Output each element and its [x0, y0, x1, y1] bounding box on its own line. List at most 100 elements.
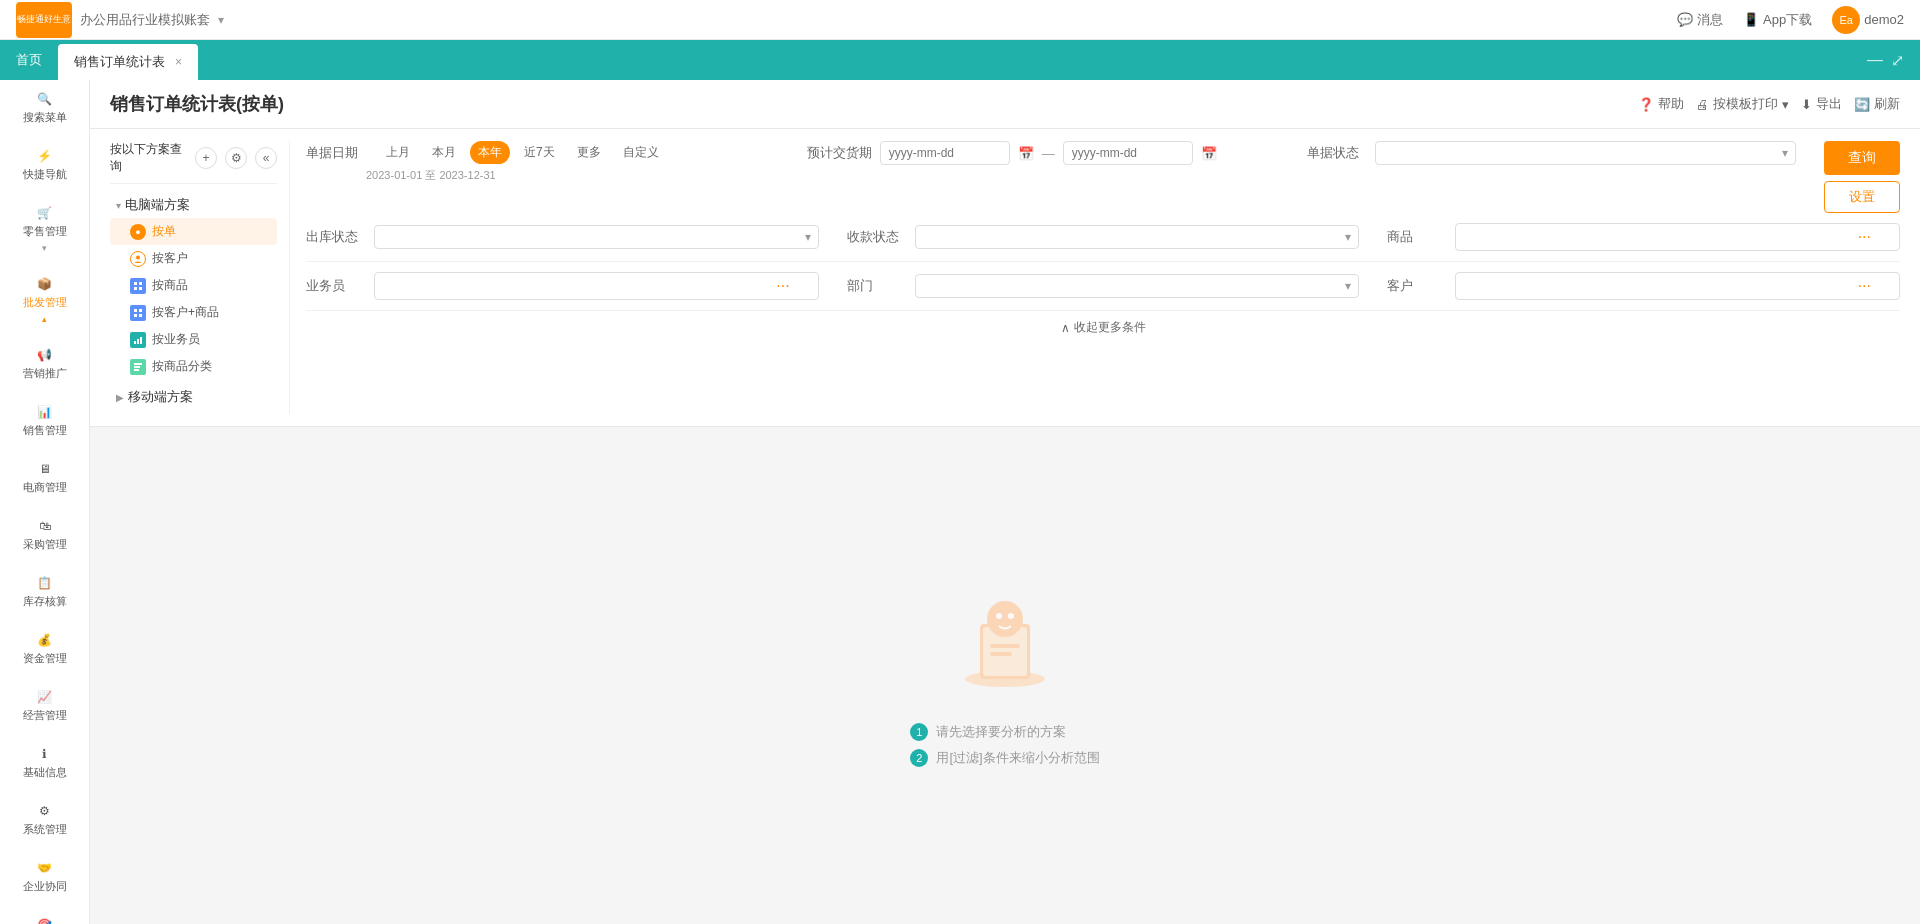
user-avatar[interactable]: Ea demo2 [1832, 6, 1904, 34]
customer-label: 客户 [1387, 277, 1447, 295]
nav-item-by-goods-category[interactable]: 按商品分类 [110, 353, 277, 380]
svg-rect-9 [134, 341, 136, 344]
tab-close-icon[interactable]: × [175, 55, 182, 69]
svg-rect-2 [139, 282, 142, 285]
sidebar-item-purchase[interactable]: 🛍 采购管理 [0, 507, 89, 564]
quick-nav-icon: ⚡ [37, 149, 52, 163]
desktop-section-header[interactable]: ▾ 电脑端方案 [110, 192, 277, 218]
refresh-button[interactable]: 🔄 刷新 [1854, 95, 1900, 113]
customer-dots-icon: ··· [1858, 277, 1871, 295]
status-select[interactable] [1375, 141, 1796, 165]
mobile-section-header[interactable]: ▶ 移动端方案 [110, 384, 277, 410]
sidebar-item-quicknav[interactable]: ⚡ 快捷导航 [0, 137, 89, 194]
date-btn-last-month[interactable]: 上月 [378, 141, 418, 164]
svg-rect-4 [139, 287, 142, 290]
date-btn-more[interactable]: 更多 [569, 141, 609, 164]
nav-item-by-customer[interactable]: 按客户 [110, 245, 277, 272]
print-button[interactable]: 🖨 按模板打印 ▾ [1696, 95, 1789, 113]
goods-input[interactable]: ··· [1455, 223, 1900, 251]
guide-icon: 🎯 [37, 918, 52, 924]
department-label: 部门 [847, 277, 907, 295]
department-select[interactable] [915, 274, 1360, 298]
message-button[interactable]: 💬 消息 [1677, 11, 1723, 29]
svg-point-20 [1008, 613, 1014, 619]
date-btn-last-7days[interactable]: 近7天 [516, 141, 563, 164]
goods-label: 商品 [1387, 228, 1447, 246]
empty-illustration [945, 584, 1065, 707]
date-btn-this-month[interactable]: 本月 [424, 141, 464, 164]
enterprise-icon: 🤝 [37, 861, 52, 875]
nav-collapse-button[interactable]: « [255, 147, 277, 169]
salesperson-input[interactable]: ··· [374, 272, 819, 300]
payment-label: 收款状态 [847, 228, 907, 246]
nav-settings-button[interactable]: ⚙ [225, 147, 247, 169]
date-btn-custom[interactable]: 自定义 [615, 141, 667, 164]
sales-icon: 📊 [37, 405, 52, 419]
nav-add-button[interactable]: + [195, 147, 217, 169]
sidebar-item-inventory[interactable]: 📋 库存核算 [0, 564, 89, 621]
finance-icon: 💰 [37, 633, 52, 647]
svg-rect-13 [134, 366, 140, 368]
sidebar-item-guide[interactable]: 🎯 新手引导 [0, 906, 89, 924]
export-button[interactable]: ⬇ 导出 [1801, 95, 1842, 113]
topbar-title: 办公用品行业模拟账套 [80, 11, 210, 29]
svg-rect-3 [134, 287, 137, 290]
nav-item-by-order[interactable]: ● 按单 [110, 218, 277, 245]
svg-point-19 [996, 613, 1002, 619]
refresh-icon: 🔄 [1854, 97, 1870, 112]
tab-minimize-button[interactable]: — [1867, 51, 1883, 69]
ecommerce-icon: 🖥 [39, 462, 51, 476]
tab-active[interactable]: 销售订单统计表 × [58, 44, 198, 80]
collapse-button[interactable]: ∧ 收起更多条件 [1061, 319, 1146, 336]
date-btn-this-year[interactable]: 本年 [470, 141, 510, 164]
query-button[interactable]: 查询 [1824, 141, 1900, 175]
section-arrow-icon: ▾ [116, 200, 121, 211]
sidebar-item-search[interactable]: 🔍 搜索菜单 [0, 80, 89, 137]
topbar-dropdown-arrow[interactable]: ▾ [218, 13, 224, 27]
expected-date-start-input[interactable] [880, 141, 1010, 165]
sidebar-item-retail[interactable]: 🛒 零售管理 ▾ [0, 194, 89, 265]
date-label: 单据日期 [306, 144, 366, 162]
svg-rect-22 [990, 652, 1012, 656]
sidebar-item-system[interactable]: ⚙ 系统管理 [0, 792, 89, 849]
shipment-select[interactable] [374, 225, 819, 249]
sidebar-item-enterprise[interactable]: 🤝 企业协同 [0, 849, 89, 906]
empty-hint-1: 1 请先选择要分析的方案 [910, 723, 1099, 741]
sidebar-item-finance[interactable]: 💰 资金管理 [0, 621, 89, 678]
nav-item-by-goods[interactable]: 按商品 [110, 272, 277, 299]
print-dropdown-icon: ▾ [1782, 97, 1789, 112]
wholesale-arrow-icon: ▴ [42, 314, 47, 324]
salesperson-label: 业务员 [306, 277, 366, 295]
svg-rect-6 [139, 309, 142, 312]
operations-icon: 📈 [37, 690, 52, 704]
sidebar-item-wholesale[interactable]: 📦 批发管理 ▴ [0, 265, 89, 336]
logo: 畅捷通好生意 [16, 2, 72, 38]
app-download-button[interactable]: 📱 App下载 [1743, 11, 1812, 29]
sidebar-item-sales[interactable]: 📊 销售管理 [0, 393, 89, 450]
expected-date-end-input[interactable] [1063, 141, 1193, 165]
download-icon: 📱 [1743, 12, 1759, 27]
sidebar-item-marketing[interactable]: 📢 营销推广 [0, 336, 89, 393]
empty-hint-2: 2 用[过滤]条件来缩小分析范围 [910, 749, 1099, 767]
setting-button[interactable]: 设置 [1824, 181, 1900, 213]
sidebar-item-operations[interactable]: 📈 经营管理 [0, 678, 89, 735]
customer-input[interactable]: ··· [1455, 272, 1900, 300]
calendar-end-icon[interactable]: 📅 [1201, 146, 1217, 161]
sidebar-item-basic-info[interactable]: ℹ 基础信息 [0, 735, 89, 792]
sidebar-item-ecommerce[interactable]: 🖥 电商管理 [0, 450, 89, 507]
retail-arrow-icon: ▾ [42, 243, 47, 253]
status-label: 单据状态 [1307, 144, 1367, 162]
payment-select[interactable] [915, 225, 1360, 249]
nav-item-by-customer-goods[interactable]: 按客户+商品 [110, 299, 277, 326]
calendar-start-icon[interactable]: 📅 [1018, 146, 1034, 161]
tab-home[interactable]: 首页 [0, 40, 58, 80]
help-button[interactable]: ❓ 帮助 [1638, 95, 1684, 113]
tab-maximize-button[interactable]: ⤢ [1891, 51, 1904, 70]
svg-rect-10 [137, 339, 139, 344]
basic-info-icon: ℹ [42, 747, 47, 761]
page-title: 销售订单统计表(按单) [110, 92, 284, 128]
svg-point-0 [136, 255, 140, 259]
goods-dots-icon: ··· [1858, 228, 1871, 246]
svg-rect-11 [140, 337, 142, 344]
nav-item-by-salesperson[interactable]: 按业务员 [110, 326, 277, 353]
